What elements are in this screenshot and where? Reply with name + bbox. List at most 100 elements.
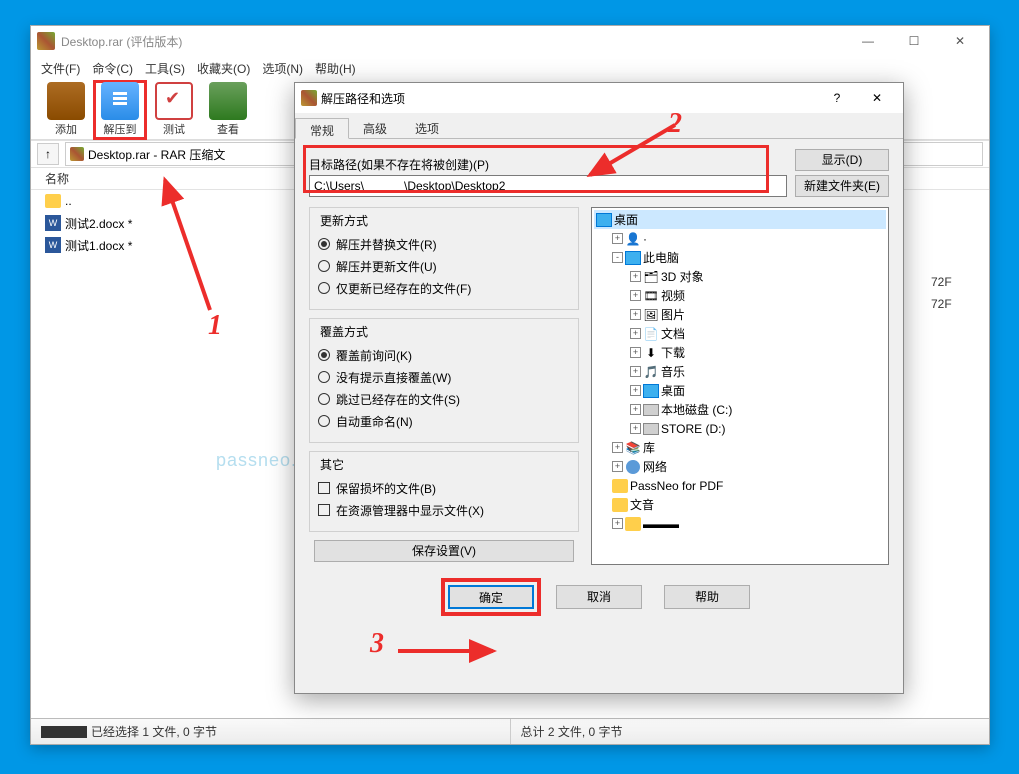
dialog-close-button[interactable]: ✕	[857, 91, 897, 105]
folder-icon	[612, 498, 628, 512]
folder-icon	[612, 479, 628, 493]
show-button[interactable]: 显示(D)	[795, 149, 889, 171]
overwrite-mode-group: 覆盖方式 覆盖前询问(K) 没有提示直接覆盖(W) 跳过已经存在的文件(S) 自…	[309, 318, 579, 443]
tab-advanced[interactable]: 高级	[349, 117, 401, 138]
radio-skip-existing[interactable]: 跳过已经存在的文件(S)	[318, 388, 570, 410]
menu-file[interactable]: 文件(F)	[41, 60, 80, 77]
dialog-help-button[interactable]: 帮助	[664, 585, 750, 609]
menu-options[interactable]: 选项(N)	[262, 60, 303, 77]
toolbar-extract-to[interactable]: 解压到	[95, 82, 145, 138]
menu-tools[interactable]: 工具(S)	[145, 60, 185, 77]
docx-icon: W	[45, 237, 61, 253]
dialog-titlebar: 解压路径和选项 ? ✕	[295, 83, 903, 113]
radio-extract-replace[interactable]: 解压并替换文件(R)	[318, 233, 570, 255]
path-text: Desktop.rar - RAR 压缩文	[88, 146, 225, 163]
tree-passneo[interactable]: PassNeo for PDF	[594, 476, 886, 495]
desktop-icon	[596, 213, 612, 227]
tree-music[interactable]: +🎵音乐	[594, 362, 886, 381]
toolbar-add[interactable]: 添加	[41, 82, 91, 138]
maximize-button[interactable]: ☐	[891, 26, 937, 56]
desktop-icon	[643, 384, 659, 398]
docx-icon: W	[45, 215, 61, 231]
tree-this-pc[interactable]: -此电脑	[594, 248, 886, 267]
tree-desktop-sub[interactable]: +桌面	[594, 381, 886, 400]
status-right: 总计 2 文件, 0 字节	[521, 723, 623, 740]
check-keep-broken[interactable]: 保留损坏的文件(B)	[318, 477, 570, 499]
minimize-button[interactable]: —	[845, 26, 891, 56]
status-left: 已经选择 1 文件, 0 字节	[91, 723, 217, 740]
archive-icon	[70, 147, 84, 161]
misc-group: 其它 保留损坏的文件(B) 在资源管理器中显示文件(X)	[309, 451, 579, 532]
extract-icon	[101, 82, 139, 120]
radio-freshen-only[interactable]: 仅更新已经存在的文件(F)	[318, 277, 570, 299]
folder-tree[interactable]: 桌面 +👤· -此电脑 +🗂3D 对象 +🎞视频 +🖼图片 +📄文档 +⬇下载 …	[591, 207, 889, 565]
books-icon	[47, 82, 85, 120]
winrar-icon	[301, 90, 317, 106]
folder-icon	[45, 194, 61, 208]
disk-icon	[643, 423, 659, 435]
tree-pictures[interactable]: +🖼图片	[594, 305, 886, 324]
check-show-in-explorer[interactable]: 在资源管理器中显示文件(X)	[318, 499, 570, 521]
file-cell: 72F	[931, 275, 952, 289]
destination-path-input[interactable]	[309, 175, 787, 197]
progress-icon	[41, 726, 87, 738]
group-label: 其它	[316, 456, 348, 473]
disk-icon	[643, 404, 659, 416]
radio-extract-update[interactable]: 解压并更新文件(U)	[318, 255, 570, 277]
network-icon	[626, 460, 640, 474]
statusbar: 已经选择 1 文件, 0 字节 总计 2 文件, 0 字节	[31, 718, 989, 744]
radio-overwrite-noask[interactable]: 没有提示直接覆盖(W)	[318, 366, 570, 388]
annotation-1: 1	[208, 310, 222, 342]
cancel-button[interactable]: 取消	[556, 585, 642, 609]
nav-up-button[interactable]: ↑	[37, 143, 59, 165]
menubar: 文件(F) 命令(C) 工具(S) 收藏夹(O) 选项(N) 帮助(H)	[31, 56, 989, 80]
pc-icon	[625, 251, 641, 265]
dialog-help-button[interactable]: ?	[817, 91, 857, 105]
radio-ask-overwrite[interactable]: 覆盖前询问(K)	[318, 344, 570, 366]
group-label: 更新方式	[316, 212, 372, 229]
menu-favorites[interactable]: 收藏夹(O)	[197, 60, 250, 77]
dialog-title: 解压路径和选项	[321, 90, 817, 107]
tab-general[interactable]: 常规	[295, 118, 349, 139]
tree-wenyin[interactable]: 文音	[594, 495, 886, 514]
tree-downloads[interactable]: +⬇下载	[594, 343, 886, 362]
file-cell: 72F	[931, 297, 952, 311]
tree-libraries[interactable]: +📚库	[594, 438, 886, 457]
tree-desktop[interactable]: 桌面	[594, 210, 886, 229]
tree-item[interactable]: +▬▬▬	[594, 514, 886, 533]
tree-c-drive[interactable]: +本地磁盘 (C:)	[594, 400, 886, 419]
annotation-3: 3	[370, 628, 384, 660]
annotation-2: 2	[668, 108, 682, 140]
dialog-footer: 确定 取消 帮助	[309, 585, 889, 609]
save-settings-button[interactable]: 保存设置(V)	[314, 540, 574, 562]
group-label: 覆盖方式	[316, 323, 372, 340]
new-folder-button[interactable]: 新建文件夹(E)	[795, 175, 889, 197]
expander-icon[interactable]: -	[612, 252, 623, 263]
update-mode-group: 更新方式 解压并替换文件(R) 解压并更新文件(U) 仅更新已经存在的文件(F)	[309, 207, 579, 310]
tree-network[interactable]: +网络	[594, 457, 886, 476]
menu-help[interactable]: 帮助(H)	[315, 60, 356, 77]
expander-icon[interactable]: +	[612, 233, 623, 244]
col-name[interactable]: 名称	[45, 170, 225, 187]
tab-options[interactable]: 选项	[401, 117, 453, 138]
winrar-icon	[37, 32, 55, 50]
test-icon	[155, 82, 193, 120]
view-icon	[209, 82, 247, 120]
dialog-tabs: 常规 高级 选项	[295, 113, 903, 139]
ok-button[interactable]: 确定	[448, 585, 534, 609]
titlebar: Desktop.rar (评估版本) — ☐ ✕	[31, 26, 989, 56]
extract-dialog: 解压路径和选项 ? ✕ 常规 高级 选项 目标路径(如果不存在将被创建)(P) …	[294, 82, 904, 694]
tree-3d-objects[interactable]: +🗂3D 对象	[594, 267, 886, 286]
tree-d-drive[interactable]: +STORE (D:)	[594, 419, 886, 438]
close-button[interactable]: ✕	[937, 26, 983, 56]
tree-videos[interactable]: +🎞视频	[594, 286, 886, 305]
tree-user[interactable]: +👤·	[594, 229, 886, 248]
tree-documents[interactable]: +📄文档	[594, 324, 886, 343]
radio-auto-rename[interactable]: 自动重命名(N)	[318, 410, 570, 432]
menu-commands[interactable]: 命令(C)	[92, 60, 133, 77]
toolbar-view[interactable]: 查看	[203, 82, 253, 138]
path-label: 目标路径(如果不存在将被创建)(P)	[309, 156, 787, 173]
toolbar-test[interactable]: 测试	[149, 82, 199, 138]
window-title: Desktop.rar (评估版本)	[61, 33, 845, 50]
folder-icon	[625, 517, 641, 531]
